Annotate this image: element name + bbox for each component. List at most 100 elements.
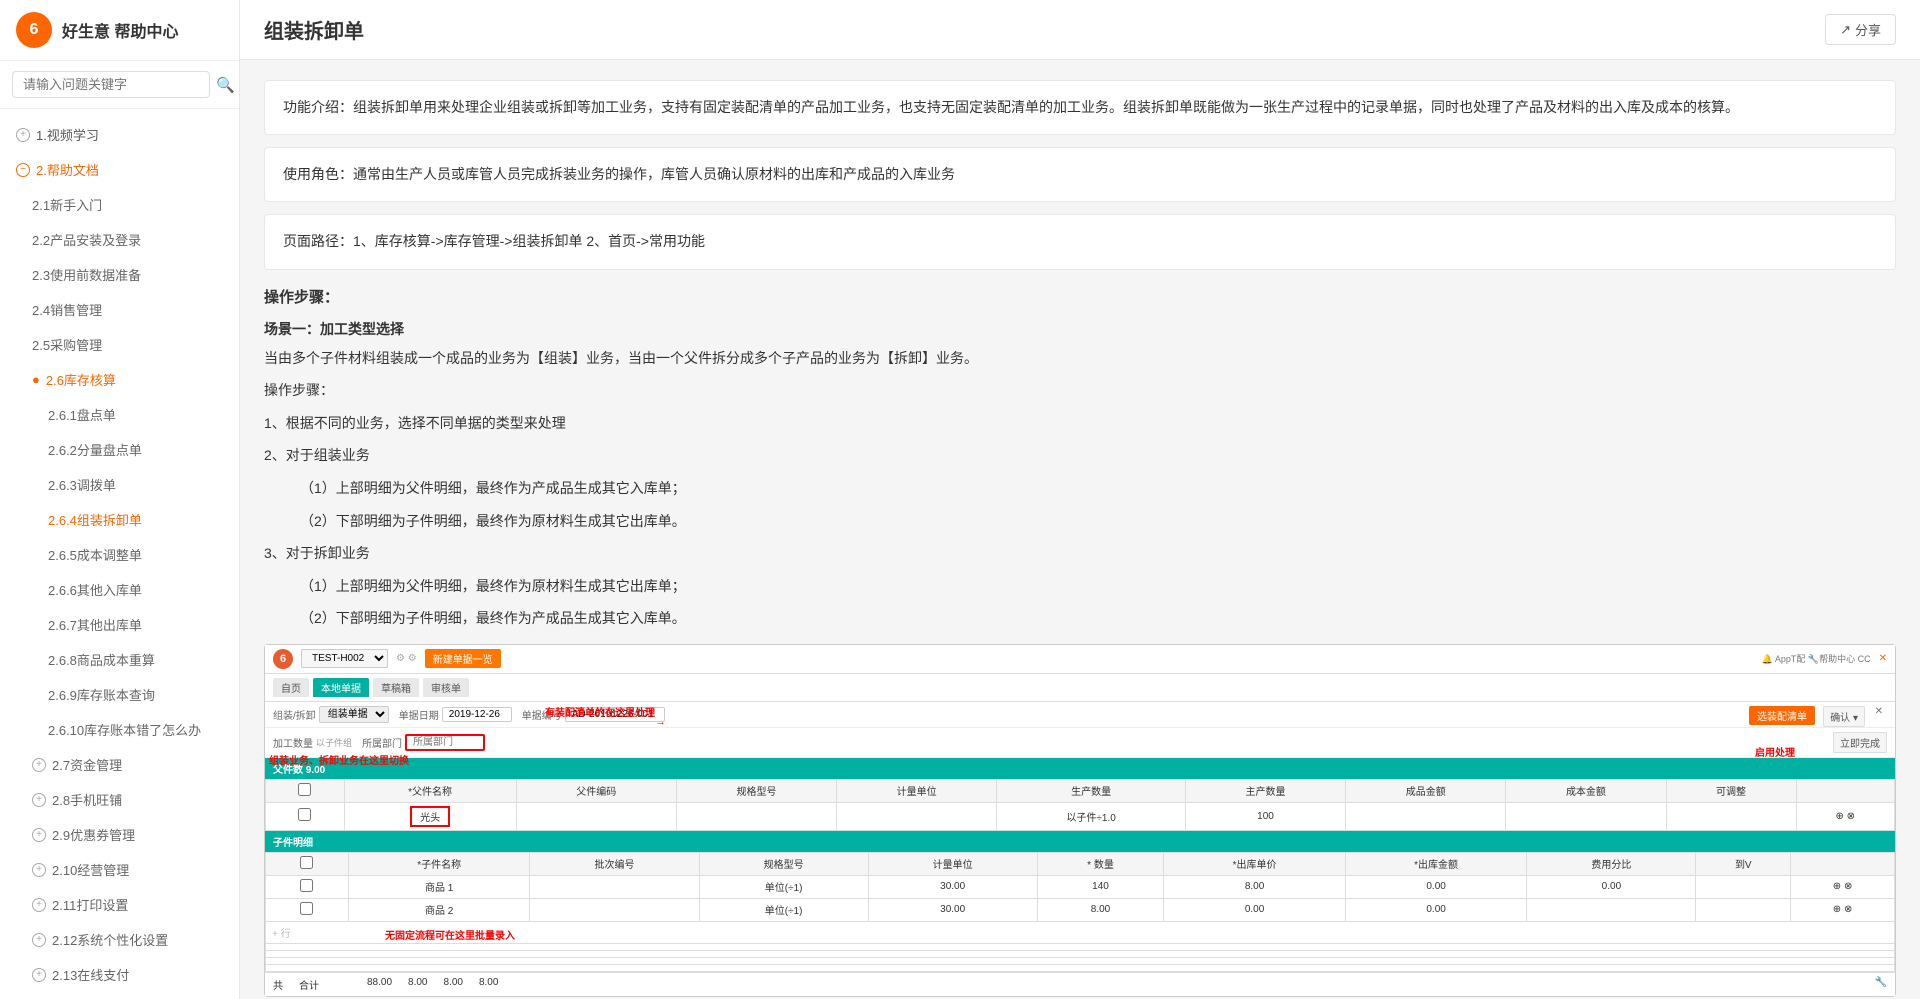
footer-88: 88.00 [367, 977, 392, 992]
sidebar-item-docs[interactable]: 2.帮助文档 [0, 152, 239, 187]
sidebar-item-stock-error[interactable]: 2.6.10库存账本错了怎么办 [0, 712, 239, 747]
sidebar-item-cost-adjust[interactable]: 2.6.5成本调整单 [0, 537, 239, 572]
sub-qty-2: 8.00 [1037, 898, 1164, 921]
dept-label: 所属部门 [362, 735, 402, 750]
tab2[interactable]: 草稿箱 [373, 678, 419, 697]
sub-col-warehouse: 费用分比 [1527, 852, 1696, 875]
dept-input[interactable] [405, 734, 485, 751]
sidebar-item-label: 2.1新手入门 [32, 195, 102, 214]
expand-icon-custom [32, 933, 46, 947]
sub-row2-checkbox[interactable] [300, 902, 313, 915]
empty-row-5 [266, 950, 1895, 957]
row-checkbox[interactable] [266, 802, 345, 830]
sidebar-item-other-out[interactable]: 2.6.7其他出库单 [0, 607, 239, 642]
sidebar-item-cost-calc[interactable]: 2.6.8商品成本重算 [0, 642, 239, 677]
content-area: 功能介绍：组装拆卸单用来处理企业组装或拆卸等加工业务，支持有固定装配清单的产品加… [240, 60, 1920, 999]
tab-active[interactable]: 本地单据 [313, 678, 369, 697]
type-select[interactable]: 组装单据 [319, 706, 389, 723]
close-icon[interactable]: ✕ [1875, 706, 1883, 717]
sub-row1-checkbox[interactable] [300, 879, 313, 892]
col-header-spec: 规格型号 [676, 779, 836, 802]
sub-col-code: 批次编号 [530, 852, 699, 875]
sidebar-item-operation[interactable]: 2.10经营管理 [0, 852, 239, 887]
new-bill-button[interactable]: 新建单据一览 [425, 649, 501, 668]
section-header: 父件数 9.00 [265, 758, 1895, 779]
sidebar-item-data[interactable]: 2.3使用前数据准备 [0, 257, 239, 292]
sidebar-item-adjust[interactable]: 2.6.3调拨单 [0, 467, 239, 502]
sidebar-header: 6 好生意 帮助中心 [0, 0, 239, 61]
main-header: 组装拆卸单 ↗ 分享 [240, 0, 1920, 60]
search-button[interactable]: 🔍 [216, 76, 235, 94]
sidebar-item-label: 2.6.3调拨单 [48, 475, 116, 494]
sidebar-item-label: 2.2产品安装及登录 [32, 230, 141, 249]
sidebar-item-online-pay[interactable]: 2.13在线支付 [0, 957, 239, 992]
parent-name-input[interactable]: 光头 [410, 806, 450, 827]
sidebar-item-label: 2.7资金管理 [52, 755, 122, 774]
sidebar-item-label: 2.6.5成本调整单 [48, 545, 142, 564]
date-label: 单据日期 [399, 707, 439, 722]
sidebar-item-print[interactable]: 2.11打印设置 [0, 887, 239, 922]
step1: 1、根据不同的业务，选择不同单据的类型来处理 [264, 410, 1896, 437]
expand-icon-operation [32, 863, 46, 877]
date-input[interactable] [442, 707, 512, 722]
expand-icon-print [32, 898, 46, 912]
col-header-parent-name: *父件名称 [344, 779, 516, 802]
search-box: 🔍 [0, 61, 239, 109]
form-type-label: 组装/拆卸 [273, 707, 316, 722]
sidebar-item-label: 2.4销售管理 [32, 300, 102, 319]
expand-icon-finance [32, 758, 46, 772]
confirm-button[interactable]: 确认 ▾ [1823, 706, 1865, 727]
sidebar-item-purchase[interactable]: 2.5采购管理 [0, 327, 239, 362]
sub-action-1[interactable]: ⊕ ⊗ [1791, 875, 1895, 898]
sub-status-2 [1696, 898, 1791, 921]
row-parent-name[interactable]: 光头 [344, 802, 516, 830]
minus-icon-inventory: ● [32, 372, 40, 387]
sub-col-action [1791, 852, 1895, 875]
sidebar-item-coupon[interactable]: 2.9优惠券管理 [0, 817, 239, 852]
share-button[interactable]: ↗ 分享 [1825, 14, 1896, 45]
company-select[interactable]: TEST-H002 [301, 649, 388, 668]
sidebar: 6 好生意 帮助中心 🔍 1.视频学习 2.帮助文档 2.1新手入门 2.2产品… [0, 0, 240, 999]
sidebar-item-install[interactable]: 2.2产品安装及登录 [0, 222, 239, 257]
sub-action-2[interactable]: ⊕ ⊗ [1791, 898, 1895, 921]
footer-8a: 8.00 [408, 977, 427, 992]
scenario1-title: 场景一：加工类型选择 [264, 319, 1896, 339]
sidebar-item-stock-check[interactable]: 2.6.9库存账本查询 [0, 677, 239, 712]
row-checkbox-1[interactable] [298, 808, 311, 821]
select-bom-button[interactable]: 选装配清单 [1749, 706, 1815, 725]
page-title: 组装拆卸单 [264, 15, 364, 44]
sidebar-item-label: 2.6.7其他出库单 [48, 615, 142, 634]
sub-section-header: 子件明细 [265, 831, 1895, 852]
sidebar-item-faq[interactable]: 2.14常见问题 [0, 992, 239, 999]
sidebar-title: 好生意 帮助中心 [62, 18, 178, 42]
annotation3-text: 启用处理 [1755, 744, 1795, 759]
sub-name-2: 商品 2 [348, 898, 530, 921]
sub-select-all[interactable] [300, 856, 313, 869]
select-all-checkbox[interactable] [298, 783, 311, 796]
save-button[interactable]: 立即完成 [1833, 732, 1887, 753]
sidebar-item-other-in[interactable]: 2.6.6其他入库单 [0, 572, 239, 607]
sidebar-item-inventory[interactable]: ● 2.6库存核算 [0, 362, 239, 397]
footer-bar: 共 合计 88.00 8.00 8.00 8.00 🔧 [265, 972, 1895, 996]
sidebar-item-custom[interactable]: 2.12系统个性化设置 [0, 922, 239, 957]
sidebar-item-stocktake[interactable]: 2.6.1盘点单 [0, 397, 239, 432]
annotation1-text: 有装配清单的在这里处理 [545, 704, 655, 719]
row-action[interactable]: ⊕ ⊗ [1796, 802, 1894, 830]
sidebar-item-label: 2.11打印设置 [52, 895, 128, 914]
expand-icon-video [16, 128, 30, 142]
sub-status-1 [1696, 875, 1791, 898]
sidebar-item-split-stocktake[interactable]: 2.6.2分量盘点单 [0, 432, 239, 467]
sidebar-item-newbie[interactable]: 2.1新手入门 [0, 187, 239, 222]
sidebar-item-mobile[interactable]: 2.8手机旺铺 [0, 782, 239, 817]
sidebar-item-finance[interactable]: 2.7资金管理 [0, 747, 239, 782]
share-icon: ↗ [1840, 22, 1851, 38]
sidebar-item-sales[interactable]: 2.4销售管理 [0, 292, 239, 327]
row-product-cost [1346, 802, 1506, 830]
screenshot-container: 6 TEST-H002 ⚙ ⚙ 新建单据一览 🔔 AppT配 🔧帮助中心 CC … [264, 644, 1896, 997]
sidebar-item-assembly[interactable]: 2.6.4组装拆卸单 [0, 502, 239, 537]
search-input[interactable] [12, 71, 210, 98]
sidebar-item-label: 2.6.6其他入库单 [48, 580, 142, 599]
tab3[interactable]: 审核单 [423, 678, 469, 697]
col-header-cost-amount: 成本金额 [1506, 779, 1666, 802]
sidebar-item-video[interactable]: 1.视频学习 [0, 117, 239, 152]
